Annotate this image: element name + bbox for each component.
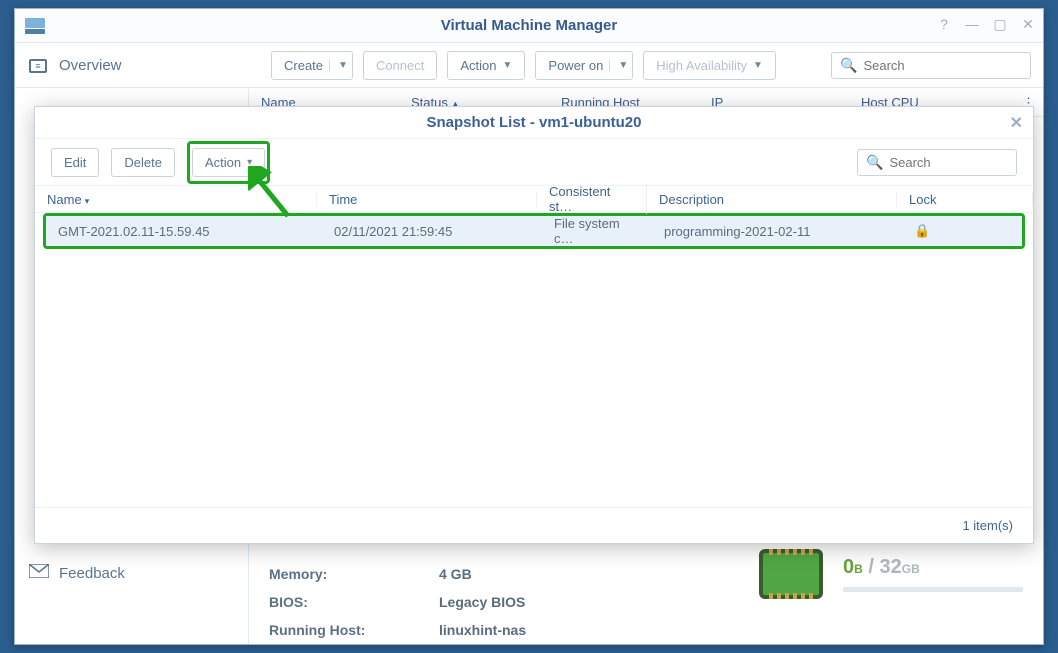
snapshot-action-button[interactable]: Action ▾: [192, 148, 265, 177]
dialog-close-button[interactable]: ✕: [1010, 113, 1023, 133]
caret-icon: ▼: [329, 60, 348, 71]
delete-button[interactable]: Delete: [111, 148, 175, 177]
sidebar-item-label: Overview: [59, 57, 122, 74]
cell-name: GMT-2021.02.11-15.59.45: [46, 224, 322, 239]
main-search[interactable]: 🔍: [831, 52, 1031, 79]
high-availability-button[interactable]: High Availability ▼: [643, 51, 776, 80]
main-search-input[interactable]: [863, 58, 1039, 73]
memory-chip-icon: [759, 549, 823, 599]
search-icon: 🔍: [840, 57, 857, 74]
running-host-key: Running Host:: [269, 622, 439, 638]
action-label: Action: [460, 58, 496, 73]
caret-icon: ▾: [247, 157, 252, 168]
ha-label: High Availability: [656, 58, 747, 73]
dialog-title: Snapshot List - vm1-ubuntu20 ✕: [35, 107, 1033, 139]
power-on-button[interactable]: Power on ▼: [535, 51, 633, 80]
help-button[interactable]: ?: [935, 15, 953, 33]
dialog-column-headers: Name▾ Time Consistent st… Description Lo…: [35, 185, 1033, 213]
host-memory-panel: 0B / 32GB: [759, 549, 1023, 599]
maximize-button[interactable]: ▢: [991, 15, 1009, 33]
memory-value: 4 GB: [439, 566, 472, 582]
dialog-toolbar: Edit Delete Action ▾ 🔍: [35, 139, 1033, 185]
snapshot-list-dialog: Snapshot List - vm1-ubuntu20 ✕ Edit Dele…: [34, 106, 1034, 544]
overview-icon: ≡: [29, 59, 47, 73]
memory-usage-text: 0B / 32GB: [843, 556, 1023, 579]
app-title: Virtual Machine Manager: [15, 17, 1043, 34]
col-name[interactable]: Name▾: [35, 192, 317, 207]
col-time[interactable]: Time: [317, 192, 537, 207]
dialog-search[interactable]: 🔍: [857, 149, 1017, 176]
caret-icon: ▼: [609, 60, 628, 71]
snapshot-row[interactable]: GMT-2021.02.11-15.59.45 02/11/2021 21:59…: [46, 216, 1022, 246]
bios-key: BIOS:: [269, 594, 439, 610]
close-button[interactable]: ✕: [1019, 15, 1037, 33]
sort-desc-icon: ▾: [85, 196, 90, 206]
titlebar: Virtual Machine Manager ? — ▢ ✕: [15, 9, 1043, 43]
connect-button[interactable]: Connect: [363, 51, 437, 80]
highlight-row: GMT-2021.02.11-15.59.45 02/11/2021 21:59…: [43, 213, 1025, 249]
sidebar-item-feedback[interactable]: Feedback: [29, 564, 125, 582]
dialog-search-input[interactable]: [889, 155, 1058, 170]
action-button[interactable]: Action ▼: [447, 51, 525, 80]
feedback-label: Feedback: [59, 565, 125, 582]
power-on-label: Power on: [548, 58, 603, 73]
create-label: Create: [284, 58, 323, 73]
col-lock[interactable]: Lock: [897, 192, 1033, 207]
search-icon: 🔍: [866, 154, 883, 171]
app-icon: [25, 18, 45, 34]
bios-value: Legacy BIOS: [439, 594, 525, 610]
action-label: Action: [205, 155, 241, 170]
caret-icon: ▼: [503, 60, 513, 71]
memory-key: Memory:: [269, 566, 439, 582]
cell-consistent: File system c…: [542, 216, 652, 246]
envelope-icon: [29, 564, 49, 582]
col-description[interactable]: Description: [647, 192, 897, 207]
dialog-footer: 1 item(s): [35, 507, 1033, 543]
lock-icon: 🔒: [902, 223, 1022, 239]
col-consistent[interactable]: Consistent st…: [537, 184, 647, 214]
create-button[interactable]: Create ▼: [271, 51, 353, 80]
highlight-action: Action ▾: [187, 141, 270, 184]
memory-bar: [843, 587, 1023, 592]
edit-button[interactable]: Edit: [51, 148, 99, 177]
minimize-button[interactable]: —: [963, 15, 981, 33]
running-host-value: linuxhint-nas: [439, 622, 526, 638]
caret-icon: ▼: [753, 60, 763, 71]
cell-description: programming-2021-02-11: [652, 224, 902, 239]
sidebar-item-overview[interactable]: ≡ Overview: [15, 45, 248, 86]
cell-time: 02/11/2021 21:59:45: [322, 224, 542, 239]
